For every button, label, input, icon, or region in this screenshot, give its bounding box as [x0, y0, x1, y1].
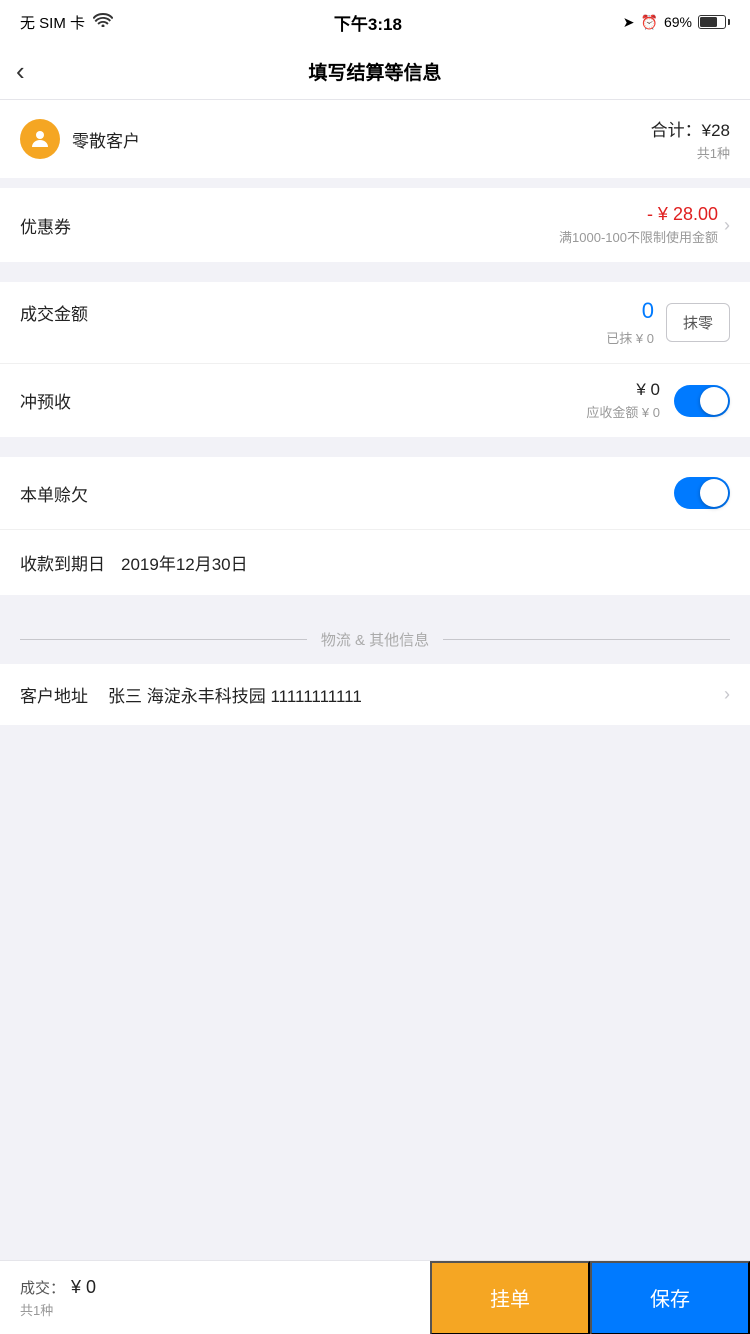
customer-avatar [20, 119, 60, 159]
prereceive-right: ¥ 0 应收金额 ¥ 0 [586, 380, 730, 421]
hang-button[interactable]: 挂单 [430, 1261, 590, 1334]
debt-toggle-knob [700, 479, 728, 507]
bottom-summary: 成交： ¥ 0 共1种 [0, 1277, 430, 1319]
address-value: 张三 海淀永丰科技园 11111111111 [108, 682, 724, 707]
status-right: ➤ ⏰ 69% [623, 14, 730, 31]
content-area: 零散客户 合计：¥28 共1种 优惠券 - ¥ 28.00 满1000-100不… [0, 100, 750, 1015]
status-bar: 无 SIM 卡 下午3:18 ➤ ⏰ 69% [0, 0, 750, 44]
alarm-icon: ⏰ [641, 14, 658, 31]
page-title: 填写结算等信息 [308, 58, 441, 85]
due-date-label: 收款到期日 [20, 550, 105, 575]
toggle-knob [700, 387, 728, 415]
coupon-chevron-icon: › [724, 215, 730, 236]
customer-left: 零散客户 [20, 119, 140, 159]
logistics-line-right [443, 639, 730, 640]
address-section[interactable]: 客户地址 张三 海淀永丰科技园 11111111111 › [0, 664, 750, 725]
network-label: 无 SIM 卡 [20, 12, 85, 33]
debt-row: 本单赊欠 [0, 457, 750, 529]
amount-value-wrap: 0 已抹 ¥ 0 [606, 298, 654, 347]
due-date-value: 2019年12月30日 [121, 550, 248, 575]
bottom-deal-label: 成交： [20, 1277, 65, 1298]
section-divider-2 [0, 447, 750, 457]
coupon-right: - ¥ 28.00 满1000-100不限制使用金额 › [559, 204, 730, 246]
due-date-row: 收款到期日 2019年12月30日 [0, 529, 750, 595]
coupon-label: 优惠券 [20, 213, 71, 238]
prereceive-toggle[interactable] [674, 385, 730, 417]
battery-percent: 69% [664, 14, 692, 30]
debt-label: 本单赊欠 [20, 481, 88, 506]
status-left: 无 SIM 卡 [20, 12, 113, 33]
location-icon: ➤ [623, 14, 635, 31]
logistics-header: 物流 & 其他信息 [0, 615, 750, 664]
section-divider-3 [0, 605, 750, 615]
amount-value: 0 [606, 298, 654, 324]
address-row[interactable]: 客户地址 张三 海淀永丰科技园 11111111111 › [0, 664, 750, 725]
debt-toggle[interactable] [674, 477, 730, 509]
prereceive-label: 冲预收 [20, 388, 71, 413]
prereceive-row: 冲预收 ¥ 0 应收金额 ¥ 0 [0, 363, 750, 437]
prereceive-val: ¥ 0 [586, 380, 660, 400]
wifi-icon [93, 13, 113, 31]
prereceive-sub: 应收金额 ¥ 0 [586, 402, 660, 421]
logistics-line-left [20, 639, 307, 640]
bottom-bar: 成交： ¥ 0 共1种 挂单 保存 [0, 1260, 750, 1334]
coupon-condition: 满1000-100不限制使用金额 [559, 227, 718, 246]
nav-bar: ‹ 填写结算等信息 [0, 44, 750, 100]
bottom-count: 共1种 [20, 1300, 410, 1319]
empty-space [0, 735, 750, 935]
logistics-label: 物流 & 其他信息 [307, 629, 443, 650]
save-button[interactable]: 保存 [590, 1261, 750, 1334]
back-button[interactable]: ‹ [16, 56, 25, 87]
debt-section: 本单赊欠 收款到期日 2019年12月30日 [0, 457, 750, 595]
amount-right: 0 已抹 ¥ 0 抹零 [606, 298, 730, 347]
back-icon: ‹ [16, 56, 25, 87]
amount-label: 成交金额 [20, 298, 88, 325]
amount-row: 成交金额 0 已抹 ¥ 0 抹零 [0, 282, 750, 363]
customer-row: 零散客户 合计：¥28 共1种 [0, 100, 750, 178]
section-divider-1 [0, 272, 750, 282]
battery-icon [698, 15, 730, 29]
address-chevron-icon: › [724, 684, 730, 705]
bottom-deal-row: 成交： ¥ 0 [20, 1277, 410, 1298]
address-label: 客户地址 [20, 682, 88, 707]
coupon-discount: - ¥ 28.00 [559, 204, 718, 225]
coupon-row[interactable]: 优惠券 - ¥ 28.00 满1000-100不限制使用金额 › [0, 188, 750, 262]
deal-amount-section: 成交金额 0 已抹 ¥ 0 抹零 冲预收 ¥ 0 应收金额 ¥ 0 [0, 282, 750, 437]
bottom-deal-amount: ¥ 0 [71, 1277, 96, 1298]
status-time: 下午3:18 [334, 10, 402, 35]
customer-name: 零散客户 [72, 127, 140, 152]
round-button[interactable]: 抹零 [666, 303, 730, 342]
customer-section: 零散客户 合计：¥28 共1种 [0, 100, 750, 178]
customer-right: 合计：¥28 共1种 [651, 116, 730, 162]
total-count: 共1种 [651, 143, 730, 162]
coupon-right-inner: - ¥ 28.00 满1000-100不限制使用金额 [559, 204, 718, 246]
prereceive-amount: ¥ 0 应收金额 ¥ 0 [586, 380, 660, 421]
amount-sub: 已抹 ¥ 0 [606, 328, 654, 347]
total-amount: 合计：¥28 [651, 116, 730, 141]
coupon-section[interactable]: 优惠券 - ¥ 28.00 满1000-100不限制使用金额 › [0, 188, 750, 262]
